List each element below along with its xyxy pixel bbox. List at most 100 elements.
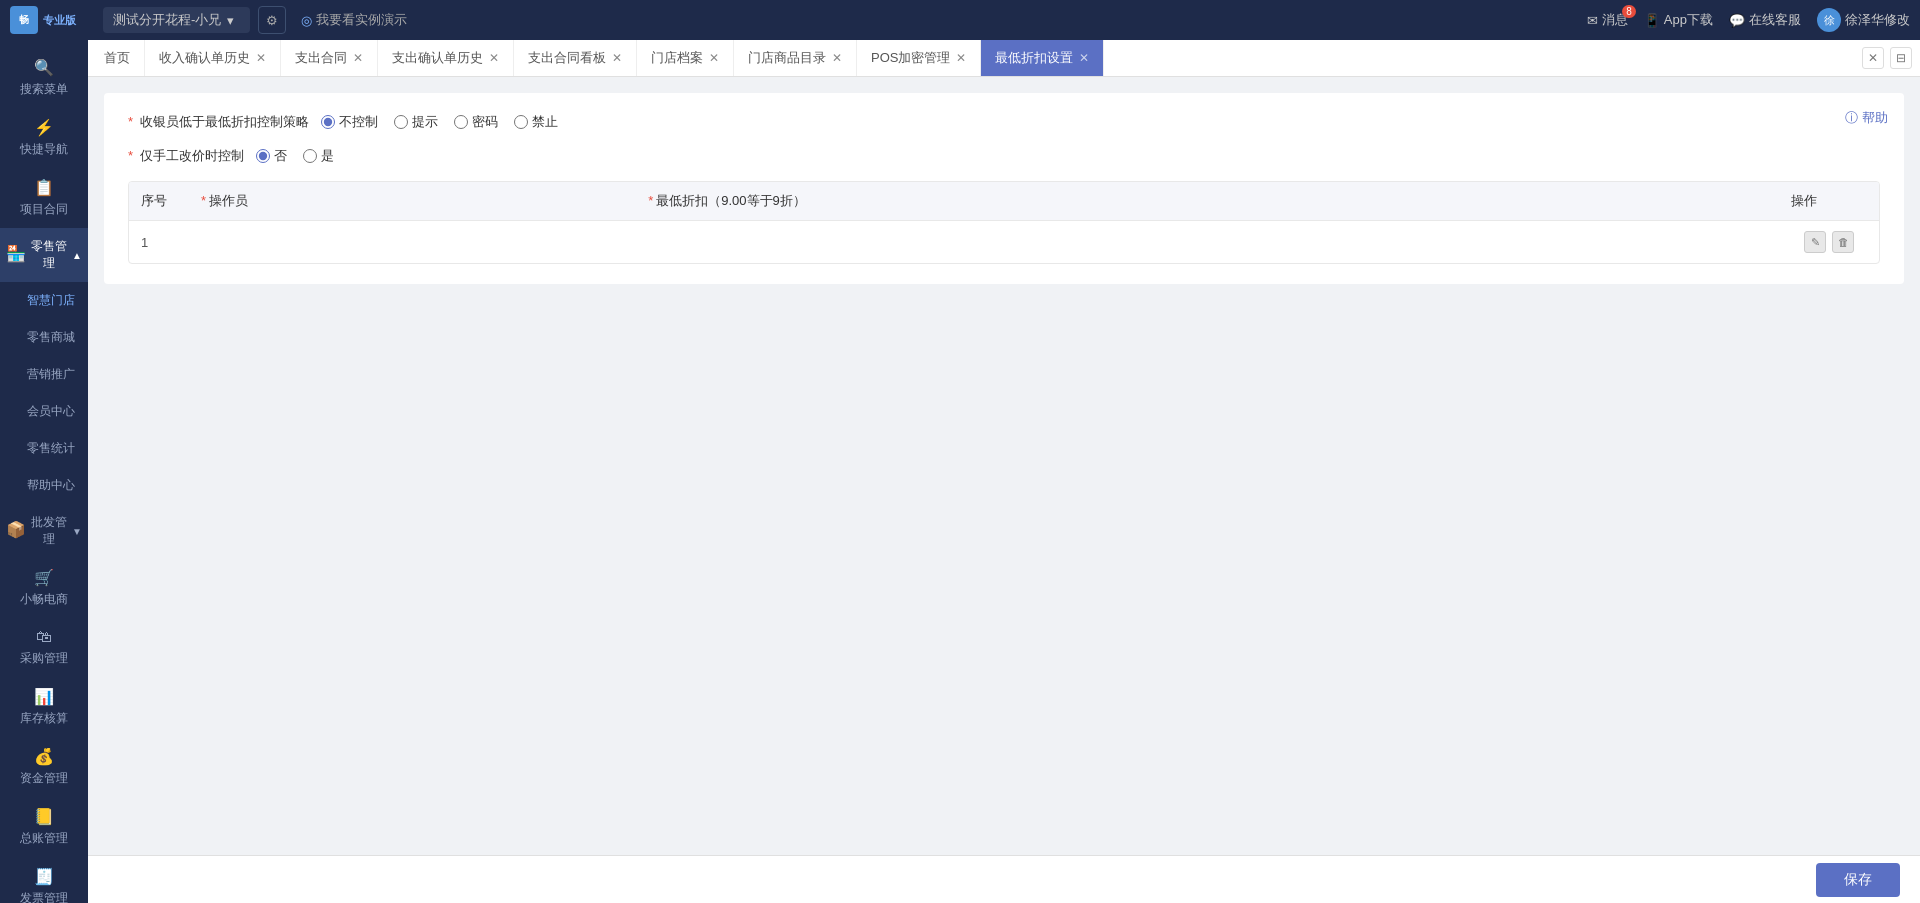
help-label: 帮助 (1862, 109, 1888, 127)
sidebar-item-wholesale[interactable]: 📦 批发管理 ▼ (0, 504, 88, 558)
radio-no[interactable] (256, 149, 270, 163)
close-current-tab-btn[interactable]: ✕ (1862, 47, 1884, 69)
discount-table: 序号 *操作员 *最低折扣（9.00等于9折） 操作 (129, 182, 1879, 263)
option-forbid[interactable]: 禁止 (514, 113, 558, 131)
tab-store-files-close[interactable]: ✕ (709, 51, 719, 65)
delete-row-btn[interactable]: 🗑 (1832, 231, 1854, 253)
marketing-label: 营销推广 (27, 366, 75, 383)
lightning-icon: ⚡ (34, 118, 54, 137)
tab-pos-password[interactable]: POS加密管理 ✕ (857, 40, 981, 76)
sidebar-item-project[interactable]: 📋 项目合同 (0, 168, 88, 228)
sidebar-item-purchase[interactable]: 🛍 采购管理 (0, 618, 88, 677)
help-button[interactable]: ⓘ 帮助 (1845, 109, 1888, 127)
tab-payment-board-close[interactable]: ✕ (612, 51, 622, 65)
tab-pos-password-close[interactable]: ✕ (956, 51, 966, 65)
tab-payment-contract[interactable]: 支出合同 ✕ (281, 40, 378, 76)
tab-pos-password-label: POS加密管理 (871, 49, 950, 67)
cashier-strategy-radio-group: 不控制 提示 密码 禁止 (321, 113, 558, 131)
app-download-btn[interactable]: 📱 App下载 (1644, 11, 1713, 29)
sidebar-item-retail-stats[interactable]: 零售统计 (0, 430, 88, 467)
tab-payment-confirm-label: 支出确认单历史 (392, 49, 483, 67)
option-no-control[interactable]: 不控制 (321, 113, 378, 131)
tabs-bar-actions: ✕ ⊟ (1862, 47, 1920, 69)
radio-remind[interactable] (394, 115, 408, 129)
sidebar-item-accounting[interactable]: 📒 总账管理 (0, 797, 88, 857)
sidebar-item-online-store[interactable]: 零售商城 (0, 319, 88, 356)
tab-payment-board[interactable]: 支出合同看板 ✕ (514, 40, 637, 76)
download-icon: 📱 (1644, 13, 1660, 28)
discount-table-wrapper: 序号 *操作员 *最低折扣（9.00等于9折） 操作 (128, 181, 1880, 264)
option-no[interactable]: 否 (256, 147, 287, 165)
sidebar-label-purchase: 采购管理 (20, 650, 68, 667)
tab-home-label: 首页 (104, 49, 130, 67)
project-selector[interactable]: 测试分开花程-小兄 ▾ (103, 7, 250, 33)
sidebar-item-members[interactable]: 会员中心 (0, 393, 88, 430)
sidebar-label-inventory: 库存核算 (20, 710, 68, 727)
message-btn[interactable]: ✉ 消息 8 (1587, 11, 1628, 29)
edit-row-btn[interactable]: ✎ (1804, 231, 1826, 253)
user-profile-btn[interactable]: 徐 徐泽华修改 (1817, 8, 1910, 32)
service-icon: 💬 (1729, 13, 1745, 28)
topbar-settings-btn[interactable]: ⚙ (258, 6, 286, 34)
tab-min-discount[interactable]: 最低折扣设置 ✕ (981, 40, 1104, 76)
radio-no-control[interactable] (321, 115, 335, 129)
option-remind[interactable]: 提示 (394, 113, 438, 131)
cashier-strategy-row: * 收银员低于最低折扣控制策略 不控制 提示 (128, 113, 1880, 131)
sidebar-item-finance[interactable]: 💰 资金管理 (0, 737, 88, 797)
sidebar-item-ecommerce[interactable]: 🛒 小畅电商 (0, 558, 88, 618)
sidebar-item-smart-store[interactable]: 智慧门店 (0, 282, 88, 319)
gear-icon: ⚙ (266, 13, 278, 28)
tabs-menu-btn[interactable]: ⊟ (1890, 47, 1912, 69)
tab-min-discount-close[interactable]: ✕ (1079, 51, 1089, 65)
save-button[interactable]: 保存 (1816, 863, 1900, 897)
sidebar-label-wholesale: 批发管理 (30, 514, 68, 548)
tab-income-confirm-close[interactable]: ✕ (256, 51, 266, 65)
col-header-min-discount: *最低折扣（9.00等于9折） (636, 182, 1779, 221)
yes-label: 是 (321, 147, 334, 165)
remind-label: 提示 (412, 113, 438, 131)
sidebar-item-invoice[interactable]: 🧾 发票管理 (0, 857, 88, 903)
tab-payment-confirm[interactable]: 支出确认单历史 ✕ (378, 40, 514, 76)
sidebar-item-marketing[interactable]: 营销推广 (0, 356, 88, 393)
play-circle-icon: ◎ (301, 13, 312, 28)
invoice-icon: 🧾 (34, 867, 54, 886)
ecommerce-icon: 🛒 (34, 568, 54, 587)
radio-forbid[interactable] (514, 115, 528, 129)
tab-store-products-label: 门店商品目录 (748, 49, 826, 67)
tab-store-files[interactable]: 门店档案 ✕ (637, 40, 734, 76)
col-header-actions: 操作 (1779, 182, 1879, 221)
sidebar-label-project: 项目合同 (20, 201, 68, 218)
option-password[interactable]: 密码 (454, 113, 498, 131)
online-service-btn[interactable]: 💬 在线客服 (1729, 11, 1801, 29)
sidebar-item-help[interactable]: 帮助中心 (0, 467, 88, 504)
page-content: ⓘ 帮助 * 收银员低于最低折扣控制策略 不控制 (88, 77, 1920, 855)
tab-payment-contract-close[interactable]: ✕ (353, 51, 363, 65)
tab-payment-confirm-close[interactable]: ✕ (489, 51, 499, 65)
radio-yes[interactable] (303, 149, 317, 163)
radio-password[interactable] (454, 115, 468, 129)
tab-home[interactable]: 首页 (90, 40, 145, 76)
sidebar-item-retail[interactable]: 🏪 零售管理 ▲ (0, 228, 88, 282)
search-icon: 🔍 (34, 58, 54, 77)
manual-price-label: * 仅手工改价时控制 (128, 147, 244, 165)
demo-link[interactable]: ◎ 我要看实例演示 (301, 11, 407, 29)
chevron-up-icon: ▲ (72, 250, 82, 261)
cell-operator (189, 221, 636, 264)
tab-income-confirm[interactable]: 收入确认单历史 ✕ (145, 40, 281, 76)
tab-income-confirm-label: 收入确认单历史 (159, 49, 250, 67)
sidebar-label-retail: 零售管理 (30, 238, 68, 272)
password-label: 密码 (472, 113, 498, 131)
tab-store-products-close[interactable]: ✕ (832, 51, 842, 65)
project-name: 测试分开花程-小兄 (113, 11, 221, 29)
help-circle-icon: ⓘ (1845, 109, 1858, 127)
online-service-label: 在线客服 (1749, 11, 1801, 29)
sidebar-item-search[interactable]: 🔍 搜索菜单 (0, 48, 88, 108)
manual-price-row: * 仅手工改价时控制 否 是 (128, 147, 1880, 165)
tabs-bar: 首页 收入确认单历史 ✕ 支出合同 ✕ 支出确认单历史 ✕ 支出合同看板 ✕ 门… (88, 40, 1920, 77)
tab-store-products[interactable]: 门店商品目录 ✕ (734, 40, 857, 76)
sidebar-item-inventory[interactable]: 📊 库存核算 (0, 677, 88, 737)
cell-actions: ✎ 🗑 (1779, 221, 1879, 264)
row-actions: ✎ 🗑 (1791, 231, 1867, 253)
option-yes[interactable]: 是 (303, 147, 334, 165)
sidebar-item-shortcut[interactable]: ⚡ 快捷导航 (0, 108, 88, 168)
